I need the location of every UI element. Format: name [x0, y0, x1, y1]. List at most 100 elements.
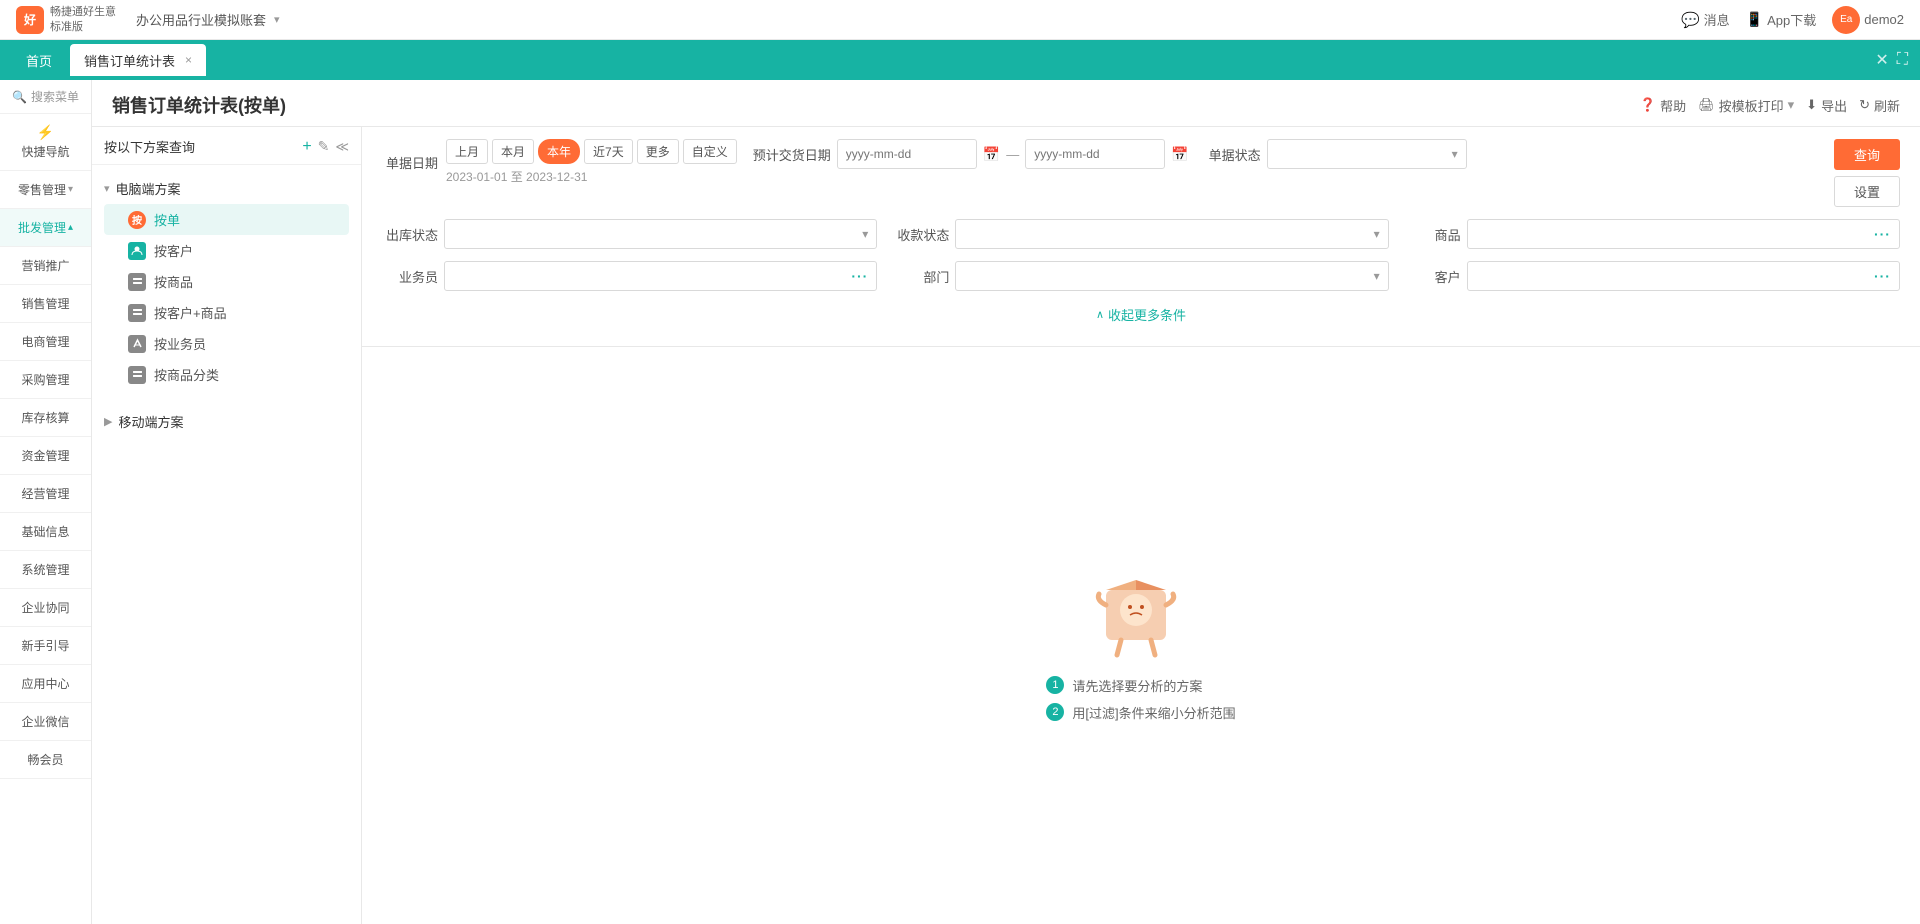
customer-input-area[interactable]: ···	[1467, 261, 1900, 291]
scheme-item-by-goods[interactable]: 按商品	[104, 266, 349, 297]
export-button[interactable]: ⬇ 导出	[1806, 96, 1847, 115]
date-btn-7days[interactable]: 近7天	[584, 139, 633, 164]
sidebar-item-system[interactable]: 系统管理	[0, 551, 91, 589]
top-bar: 好 畅捷通好生意 标准版 办公用品行业模拟账套 ▾ 💬 消息 📱 App下载 E…	[0, 0, 1920, 40]
scheme-section-pc: ▾ 电脑端方案 按 按单 按客户	[92, 165, 361, 398]
sidebar-search[interactable]: 🔍 搜索菜单	[0, 80, 91, 114]
download-icon: 📱	[1746, 11, 1763, 28]
settings-button[interactable]: 设置	[1834, 176, 1900, 207]
left-panel: 按以下方案查询 + ✎ ≪ ▾ 电脑端方案 按	[92, 127, 362, 924]
sidebar-item-operations[interactable]: 经营管理	[0, 475, 91, 513]
goods-more-icon[interactable]: ···	[1874, 226, 1891, 242]
sidebar-item-sales[interactable]: 销售管理	[0, 285, 91, 323]
scheme-group-label: 电脑端方案	[116, 179, 181, 198]
scheme-group-pc[interactable]: ▾ 电脑端方案	[104, 173, 349, 204]
date-btn-last-month[interactable]: 上月	[446, 139, 488, 164]
window-maximize-icon[interactable]: ⛶	[1897, 51, 1908, 69]
dropdown-arrow-icon[interactable]: ▾	[274, 13, 280, 26]
query-button[interactable]: 查询	[1834, 139, 1900, 170]
sidebar-item-retail[interactable]: 零售管理 ▾	[0, 171, 91, 209]
pay-status-label: 收款状态	[893, 225, 949, 244]
sidebar-item-finance[interactable]: 资金管理	[0, 437, 91, 475]
collapse-panel-button[interactable]: ≪	[335, 139, 349, 155]
date-dash: —	[1006, 147, 1019, 162]
app-download-button[interactable]: 📱 App下载	[1746, 10, 1817, 29]
message-button[interactable]: 💬 消息	[1681, 10, 1730, 29]
expand-icon: ▾	[104, 182, 110, 195]
top-bar-right: 💬 消息 📱 App下载 Ea demo2	[1681, 6, 1904, 34]
goods-label: 商品	[1405, 225, 1461, 244]
status-label: 单据状态	[1205, 145, 1261, 164]
message-icon: 💬	[1681, 11, 1700, 29]
department-select[interactable]: ▾	[955, 261, 1388, 291]
scheme-item-by-category[interactable]: 按商品分类	[104, 359, 349, 390]
refresh-button[interactable]: ↻ 刷新	[1859, 96, 1900, 115]
sidebar-item-enterprise[interactable]: 企业协同	[0, 589, 91, 627]
user-menu[interactable]: Ea demo2	[1832, 6, 1904, 34]
tab-bar-right: ✕ ⛶	[1875, 50, 1908, 70]
collapse-icon: ∧	[1096, 308, 1104, 321]
date-buttons: 上月 本月 本年 近7天 更多 自定义	[446, 139, 737, 164]
tip-text-1: 请先选择要分析的方案	[1072, 676, 1202, 695]
expected-date-start-input[interactable]	[837, 139, 977, 169]
scheme-item-by-customer-goods[interactable]: 按客户+商品	[104, 297, 349, 328]
ship-status-select[interactable]: ▾	[444, 219, 877, 249]
salesperson-input-area[interactable]: ···	[444, 261, 877, 291]
tab-sales-stats[interactable]: 销售订单统计表 ×	[70, 44, 206, 76]
app-title: 办公用品行业模拟账套	[136, 10, 266, 29]
date-btn-this-year[interactable]: 本年	[538, 139, 580, 164]
date-cal-start-icon[interactable]: 📅	[983, 146, 1000, 163]
sidebar-item-wechat[interactable]: 企业微信	[0, 703, 91, 741]
filter-ship-status: 出库状态 ▾	[382, 219, 877, 249]
status-arrow-icon: ▾	[1452, 147, 1458, 161]
sidebar-item-member[interactable]: 畅会员	[0, 741, 91, 779]
left-panel-header: 按以下方案查询 + ✎ ≪	[92, 127, 361, 165]
goods-input-area[interactable]: ···	[1467, 219, 1900, 249]
print-button[interactable]: 🖨 按模板打印 ▾	[1698, 96, 1794, 115]
date-range-display: 2023-01-01 至 2023-12-31	[446, 168, 737, 185]
logo-icon: 好	[16, 6, 44, 34]
empty-state: 1 请先选择要分析的方案 2 用[过滤]条件来缩小分析范围	[1046, 550, 1235, 722]
filter-status-section: 单据状态 ▾	[1205, 139, 1818, 169]
scheme-item-by-customer[interactable]: 按客户	[104, 235, 349, 266]
date-btn-this-month[interactable]: 本月	[492, 139, 534, 164]
filter-row-2: 出库状态 ▾ 收款状态 ▾	[382, 219, 1900, 249]
filter-row-1: 单据日期 上月 本月 本年 近7天 更多 自定义 20	[382, 139, 1900, 207]
date-cal-end-icon[interactable]: 📅	[1171, 146, 1188, 163]
main-layout: 🔍 搜索菜单 ⚡ 快捷导航 零售管理 ▾ 批发管理 ▴ 营销推广 销售管理 电商…	[0, 80, 1920, 924]
add-scheme-button[interactable]: +	[302, 138, 311, 156]
sidebar-item-marketing[interactable]: 营销推广	[0, 247, 91, 285]
status-select[interactable]: ▾	[1267, 139, 1467, 169]
sidebar-item-app-center[interactable]: 应用中心	[0, 665, 91, 703]
sidebar-item-basic-info[interactable]: 基础信息	[0, 513, 91, 551]
ship-arrow-icon: ▾	[862, 227, 868, 241]
pay-status-select[interactable]: ▾	[955, 219, 1388, 249]
scheme-item-by-salesperson[interactable]: 按业务员	[104, 328, 349, 359]
right-panel: 单据日期 上月 本月 本年 近7天 更多 自定义 20	[362, 127, 1920, 924]
date-btn-more[interactable]: 更多	[637, 139, 679, 164]
help-button[interactable]: ❓ 帮助	[1640, 96, 1686, 115]
sidebar-item-inventory[interactable]: 库存核算	[0, 399, 91, 437]
scheme-group-mobile[interactable]: ▶ 移动端方案	[104, 406, 349, 437]
edit-scheme-button[interactable]: ✎	[318, 138, 330, 155]
tip-num-2: 2	[1046, 703, 1064, 721]
date-btn-custom[interactable]: 自定义	[683, 139, 737, 164]
avatar: Ea	[1832, 6, 1860, 34]
sidebar-item-wholesale[interactable]: 批发管理 ▴	[0, 209, 91, 247]
window-close-icon[interactable]: ✕	[1875, 50, 1888, 70]
filter-goods: 商品 ···	[1405, 219, 1900, 249]
scheme-item-by-order[interactable]: 按 按单	[104, 204, 349, 235]
scheme-label-category: 按商品分类	[154, 365, 219, 384]
sidebar-item-guide[interactable]: 新手引导	[0, 627, 91, 665]
tab-home[interactable]: 首页	[12, 44, 66, 76]
expected-date-end-input[interactable]	[1025, 139, 1165, 169]
customer-more-icon[interactable]: ···	[1874, 268, 1891, 284]
sidebar-item-ecommerce[interactable]: 电商管理	[0, 323, 91, 361]
salesperson-more-icon[interactable]: ···	[851, 268, 868, 284]
tab-close-icon[interactable]: ×	[185, 53, 192, 67]
content-area: 销售订单统计表(按单) ❓ 帮助 🖨 按模板打印 ▾ ⬇ 导出 ↻ 刷新	[92, 80, 1920, 924]
ship-status-label: 出库状态	[382, 225, 438, 244]
sidebar-quick-nav[interactable]: ⚡ 快捷导航	[0, 114, 91, 171]
collapse-more-conditions[interactable]: ∧ 收起更多条件	[382, 295, 1900, 334]
sidebar-item-purchase[interactable]: 采购管理	[0, 361, 91, 399]
